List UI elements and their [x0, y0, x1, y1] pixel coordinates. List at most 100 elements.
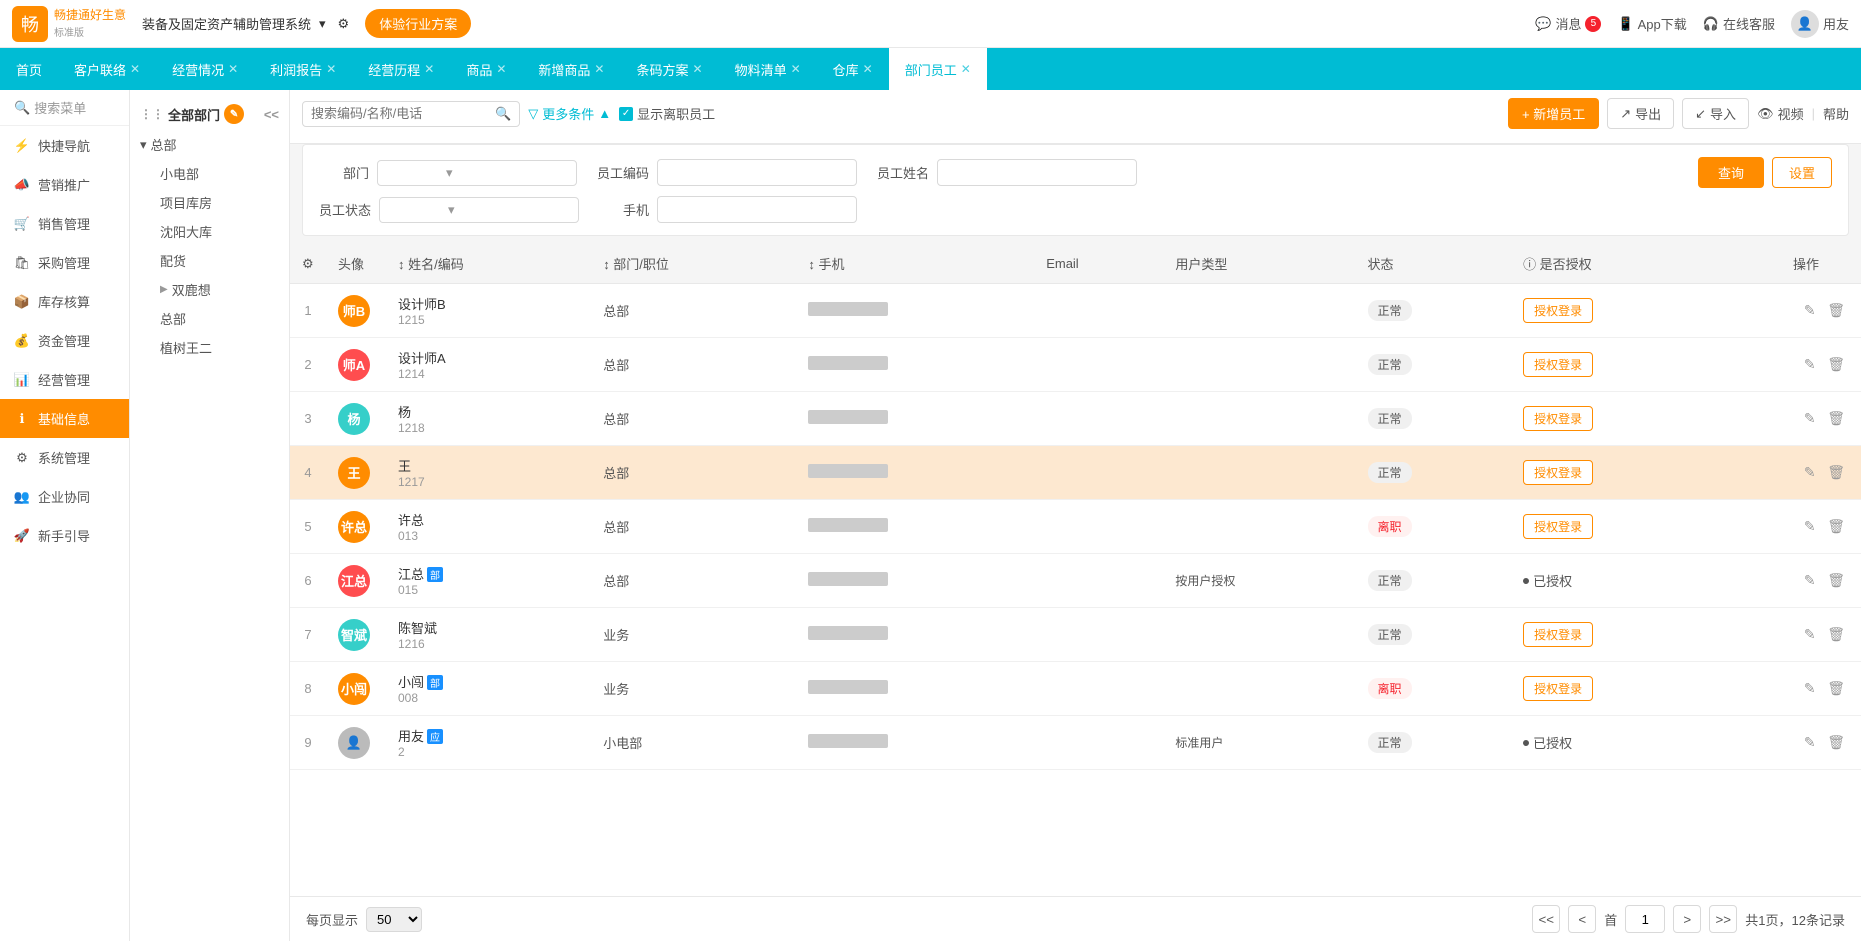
nav-customers-close[interactable]: ✕: [130, 62, 140, 76]
nav-operations-close[interactable]: ✕: [228, 62, 238, 76]
nav-item-customers[interactable]: 客户联络 ✕: [58, 48, 156, 90]
delete-btn[interactable]: 🗑: [1823, 732, 1849, 753]
nav-item-warehouse[interactable]: 仓库 ✕: [817, 48, 889, 90]
dept-collapse-btn[interactable]: <<: [264, 107, 279, 122]
view-button[interactable]: 👁 视频: [1757, 104, 1804, 123]
search-menu[interactable]: 🔍 搜索菜单: [0, 90, 129, 126]
edit-btn[interactable]: ✎: [1800, 516, 1820, 537]
nav-item-profit[interactable]: 利润报告 ✕: [254, 48, 352, 90]
first-page-btn[interactable]: <<: [1532, 905, 1560, 933]
edit-btn[interactable]: ✎: [1800, 408, 1820, 429]
delete-btn[interactable]: 🗑: [1823, 516, 1849, 537]
auth-login-btn[interactable]: 授权登录: [1523, 514, 1593, 539]
emp-status-select[interactable]: ▾: [379, 197, 579, 223]
user-menu[interactable]: 👤 用友: [1791, 10, 1849, 38]
add-employee-button[interactable]: + 新增员工: [1508, 98, 1599, 129]
nav-goods-close[interactable]: ✕: [496, 62, 506, 76]
import-button[interactable]: ↙ 导入: [1682, 98, 1749, 129]
nav-item-employees[interactable]: 部门员工 ✕: [889, 48, 987, 90]
sidebar-item-sales[interactable]: 🛒 销售管理: [0, 204, 129, 243]
dept-node-project[interactable]: 项目库房: [130, 188, 289, 217]
query-button[interactable]: 查询: [1698, 157, 1764, 188]
edit-btn[interactable]: ✎: [1800, 462, 1820, 483]
th-name[interactable]: ↕ 姓名/编码: [386, 244, 591, 284]
edit-btn[interactable]: ✎: [1800, 300, 1820, 321]
sidebar-item-quick-nav[interactable]: ⚡ 快捷导航: [0, 126, 129, 165]
nav-new-goods-close[interactable]: ✕: [594, 62, 604, 76]
sidebar-item-collab[interactable]: 👥 企业协同: [0, 477, 129, 516]
message-button[interactable]: 💬 消息 5: [1535, 14, 1601, 33]
delete-btn[interactable]: 🗑: [1823, 570, 1849, 591]
sidebar-item-inventory[interactable]: 📦 库存核算: [0, 282, 129, 321]
search-icon[interactable]: 🔍: [495, 106, 511, 122]
auth-login-btn[interactable]: 授权登录: [1523, 460, 1593, 485]
nav-item-history[interactable]: 经营历程 ✕: [352, 48, 450, 90]
auth-login-btn[interactable]: 授权登录: [1523, 298, 1593, 323]
per-page-select[interactable]: 50 100: [366, 907, 422, 932]
dept-node-shuanglu[interactable]: ▶ 双鹿想: [130, 275, 289, 304]
nav-item-barcode[interactable]: 条码方案 ✕: [620, 48, 718, 90]
delete-btn[interactable]: 🗑: [1823, 408, 1849, 429]
delete-btn[interactable]: 🗑: [1823, 300, 1849, 321]
prev-page-btn[interactable]: <: [1568, 905, 1596, 933]
online-service-button[interactable]: 🎧 在线客服: [1703, 14, 1775, 33]
app-download-button[interactable]: 📱 App下载: [1617, 14, 1686, 33]
dept-all-label[interactable]: 全部部门: [168, 105, 220, 124]
show-disabled-checkbox[interactable]: ✓: [619, 107, 633, 121]
nav-history-close[interactable]: ✕: [424, 62, 434, 76]
auth-login-btn[interactable]: 授权登录: [1523, 676, 1593, 701]
emp-code-input[interactable]: [657, 159, 857, 186]
trial-button[interactable]: 体验行业方案: [365, 9, 471, 38]
auth-login-btn[interactable]: 授权登录: [1523, 406, 1593, 431]
nav-item-new-goods[interactable]: 新增商品 ✕: [522, 48, 620, 90]
help-button[interactable]: 帮助: [1823, 104, 1849, 123]
sidebar-item-purchase[interactable]: 🛍 采购管理: [0, 243, 129, 282]
sidebar-item-business[interactable]: 📊 经营管理: [0, 360, 129, 399]
nav-warehouse-close[interactable]: ✕: [863, 62, 873, 76]
more-conditions-btn[interactable]: ▽ 更多条件 ▲: [528, 104, 611, 123]
auth-login-btn[interactable]: 授权登录: [1523, 622, 1593, 647]
th-dept[interactable]: ↕ 部门/职位: [591, 244, 796, 284]
nav-profit-close[interactable]: ✕: [326, 62, 336, 76]
nav-item-home[interactable]: 首页: [0, 48, 58, 90]
edit-btn[interactable]: ✎: [1800, 570, 1820, 591]
th-phone[interactable]: ↕ 手机: [796, 244, 1034, 284]
th-settings[interactable]: ⚙: [290, 244, 326, 284]
nav-item-operations[interactable]: 经营情况 ✕: [156, 48, 254, 90]
dept-node-shenyang[interactable]: 沈阳大库: [130, 217, 289, 246]
emp-name-input[interactable]: [937, 159, 1137, 186]
last-page-btn[interactable]: >>: [1709, 905, 1737, 933]
delete-btn[interactable]: 🗑: [1823, 462, 1849, 483]
edit-btn[interactable]: ✎: [1800, 732, 1820, 753]
set-button[interactable]: 设置: [1772, 157, 1832, 188]
phone-input[interactable]: [657, 196, 857, 223]
show-disabled-toggle[interactable]: ✓ 显示离职员工: [619, 104, 715, 123]
edit-btn[interactable]: ✎: [1800, 678, 1820, 699]
delete-btn[interactable]: 🗑: [1823, 678, 1849, 699]
title-dropdown-icon[interactable]: ▾: [319, 16, 326, 32]
dept-node-zongbu[interactable]: 总部: [130, 304, 289, 333]
delete-btn[interactable]: 🗑: [1823, 624, 1849, 645]
auth-login-btn[interactable]: 授权登录: [1523, 352, 1593, 377]
nav-barcode-close[interactable]: ✕: [693, 62, 703, 76]
page-input[interactable]: [1625, 905, 1665, 933]
nav-item-goods[interactable]: 商品 ✕: [450, 48, 522, 90]
sidebar-item-finance[interactable]: 💰 资金管理: [0, 321, 129, 360]
nav-bom-close[interactable]: ✕: [791, 62, 801, 76]
dept-select[interactable]: ▾: [377, 160, 577, 186]
sidebar-item-system[interactable]: ⚙ 系统管理: [0, 438, 129, 477]
dept-node-xiaodian[interactable]: 小电部: [130, 159, 289, 188]
edit-btn[interactable]: ✎: [1800, 354, 1820, 375]
search-input[interactable]: [311, 106, 491, 121]
sidebar-item-marketing[interactable]: 📣 营销推广: [0, 165, 129, 204]
dept-node-zhishu[interactable]: 植树王二: [130, 333, 289, 362]
sidebar-item-guide[interactable]: 🚀 新手引导: [0, 516, 129, 555]
nav-item-bom[interactable]: 物料清单 ✕: [719, 48, 817, 90]
next-page-btn[interactable]: >: [1673, 905, 1701, 933]
dept-node-peihuo[interactable]: 配货: [130, 246, 289, 275]
export-button[interactable]: ↗ 导出: [1607, 98, 1674, 129]
delete-btn[interactable]: 🗑: [1823, 354, 1849, 375]
dept-node-root[interactable]: ▾ 总部: [130, 130, 289, 159]
search-input-wrap[interactable]: 🔍: [302, 101, 520, 127]
nav-employees-close[interactable]: ✕: [961, 62, 971, 76]
